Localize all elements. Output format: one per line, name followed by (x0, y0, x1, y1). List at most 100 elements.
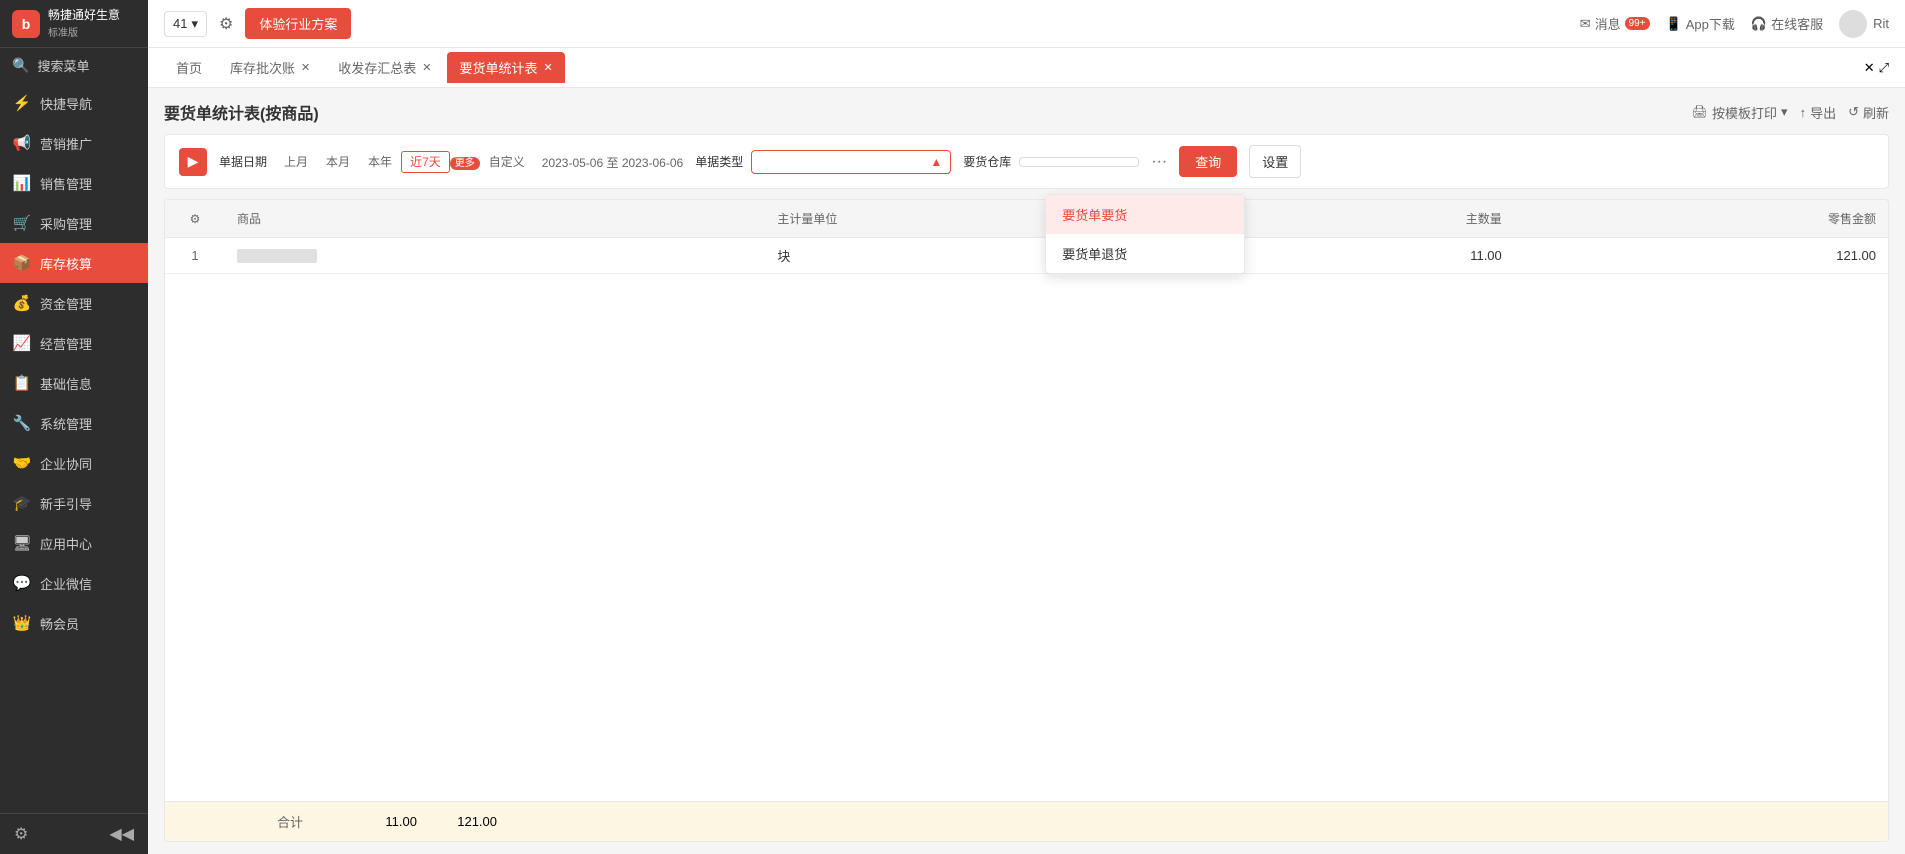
tab-close[interactable]: ✕ (301, 61, 310, 74)
tab-label: 首页 (176, 58, 202, 77)
sidebar-item-guide[interactable]: 🎓 新手引导 (0, 483, 148, 523)
warehouse-filter-group: 要货仓库 ··· (963, 153, 1167, 171)
app-name: 畅捷通好生意 (48, 8, 120, 24)
sidebar-item-member[interactable]: 👑畅会员 (0, 603, 148, 643)
date-range: 2023-05-06 至 2023-06-06 (542, 154, 683, 171)
sidebar: b 畅捷通好生意 标准版 🔍 搜索菜单 ⚡快捷导航 📢 营销推广 📊 销售管理 🛒采购管理… (0, 0, 148, 854)
sidebar-item-app-center[interactable]: 🖥应用中心 (0, 523, 148, 563)
tab-order-stats[interactable]: 要货单统计表 ✕ (447, 52, 564, 83)
topbar-settings-icon[interactable]: ⚙ (219, 14, 233, 34)
nav-label: 新手引导 (40, 494, 92, 513)
more-filters-icon[interactable]: ··· (1151, 153, 1167, 171)
date-btn-近7天[interactable]: 近7天 (401, 151, 450, 173)
member-icon: 👑 (12, 613, 32, 633)
org-selector[interactable]: 41 ▾ (164, 11, 207, 37)
online-service-btn[interactable]: 🎧 在线客服 (1751, 14, 1823, 33)
print-icon: 🖨 (1692, 104, 1709, 120)
sidebar-item-marketing[interactable]: 📢 营销推广 (0, 123, 148, 163)
date-btn-自定义[interactable]: 自定义 (480, 151, 534, 173)
type-select[interactable]: ▲ (751, 150, 951, 174)
sidebar-item-purchase[interactable]: 🛒采购管理 (0, 203, 148, 243)
message-icon: ✉ (1580, 16, 1591, 32)
settings-button[interactable]: 设置 (1249, 145, 1301, 178)
footer-quantity: 11.00 (377, 814, 457, 829)
query-button[interactable]: 查询 (1179, 146, 1237, 177)
page-content: 要货单统计表(按商品) 🖨 按模板打印 ▾ ↑ 导出 ↺ 刷新 ▶ (148, 88, 1905, 854)
tab-label: 库存批次账 (230, 58, 295, 77)
user-menu[interactable]: Rit (1839, 10, 1889, 38)
warehouse-select[interactable] (1019, 157, 1139, 167)
chevron-down-icon: ▾ (1781, 104, 1788, 120)
date-btn-本月[interactable]: 本月 (317, 151, 359, 173)
dropdown-item-return[interactable]: 要货单退货 (1046, 234, 1244, 273)
page-header: 要货单统计表(按商品) 🖨 按模板打印 ▾ ↑ 导出 ↺ 刷新 (164, 100, 1889, 124)
logo-icon: b (12, 10, 40, 38)
sidebar-item-cooperation[interactable]: 🤝企业协同 (0, 443, 148, 483)
operations-icon: 📈 (12, 333, 32, 353)
footer-label: 合计 (177, 812, 377, 831)
collapse-icon[interactable]: ◀◀ (109, 824, 134, 844)
sidebar-item-system[interactable]: 🔧系统管理 (0, 403, 148, 443)
tab-label: 要货单统计表 (459, 58, 537, 77)
nav-label: 应用中心 (40, 534, 92, 553)
tabs-bar: 首页 库存批次账 ✕ 收发存汇总表 ✕ 要货单统计表 ✕ ✕ ⤢ (148, 48, 1905, 88)
nav-label: 系统管理 (40, 414, 92, 433)
app-download-btn[interactable]: 📱 App下载 (1666, 14, 1735, 33)
sidebar-item-inventory[interactable]: 📦 库存核算 (0, 243, 148, 283)
online-service-label: 在线客服 (1771, 14, 1823, 33)
nav-label: 经营管理 (40, 334, 92, 353)
nav-label: 销售管理 (40, 174, 92, 193)
messages-btn[interactable]: ✉ 消息 99+ (1580, 14, 1650, 33)
purchase-icon: 🛒 (12, 213, 32, 233)
date-btn-上月[interactable]: 上月 (275, 151, 317, 173)
settings-icon[interactable]: ⚙ (14, 824, 28, 844)
trial-btn[interactable]: 体验行业方案 (245, 8, 351, 39)
sidebar-search[interactable]: 🔍 搜索菜单 (0, 48, 148, 83)
nav-label: 资金管理 (40, 294, 92, 313)
tab-receivables[interactable]: 收发存汇总表 ✕ (326, 52, 443, 83)
marketing-icon: 📢 (12, 133, 32, 153)
date-btn-本年[interactable]: 本年 (359, 151, 401, 173)
tab-label: 收发存汇总表 (338, 58, 416, 77)
chevron-up-icon: ▲ (930, 155, 942, 169)
tab-inventory-batch[interactable]: 库存批次账 ✕ (218, 52, 322, 83)
tab-home[interactable]: 首页 (164, 52, 214, 83)
nav-label: 库存核算 (40, 254, 92, 273)
filter-toggle[interactable]: ▶ (179, 148, 207, 176)
date-buttons: 上月本月本年近7天更多自定义 (275, 153, 534, 170)
tab-close[interactable]: ✕ (544, 61, 553, 74)
sidebar-item-operations[interactable]: 📈 经营管理 (0, 323, 148, 363)
chevron-down-icon: ▾ (191, 16, 198, 32)
nav-label: 营销推广 (40, 134, 92, 153)
nav-label: 企业微信 (40, 574, 92, 593)
sidebar-item-sales[interactable]: 📊 销售管理 (0, 163, 148, 203)
sidebar-item-quick-nav[interactable]: ⚡快捷导航 (0, 83, 148, 123)
cell-amount: 121.00 (1514, 238, 1888, 274)
sidebar-item-wechat[interactable]: 💬企业微信 (0, 563, 148, 603)
sales-icon: 📊 (12, 173, 32, 193)
table-footer: 合计 11.00 121.00 (165, 801, 1888, 841)
avatar (1839, 10, 1867, 38)
print-btn[interactable]: 🖨 按模板打印 ▾ (1692, 103, 1788, 122)
tab-close-all[interactable]: ✕ (1864, 60, 1875, 76)
tab-close[interactable]: ✕ (422, 61, 431, 74)
export-btn[interactable]: ↑ 导出 (1800, 103, 1837, 122)
type-label: 单据类型 (695, 153, 743, 170)
col-settings[interactable]: ⚙ (165, 200, 225, 238)
filter-bar: ▶ 单据日期 上月本月本年近7天更多自定义 2023-05-06 至 2023-… (164, 134, 1889, 189)
sidebar-item-basic-info[interactable]: 📋基础信息 (0, 363, 148, 403)
type-input[interactable] (760, 155, 930, 169)
service-icon: 🎧 (1751, 16, 1767, 32)
dropdown-item-order[interactable]: 要货单要货 (1046, 195, 1244, 234)
cell-quantity: 11.00 (1202, 238, 1514, 274)
tab-expand-icon[interactable]: ⤢ (1879, 60, 1889, 76)
sidebar-item-finance[interactable]: 💰资金管理 (0, 283, 148, 323)
data-table-wrapper: ⚙ 商品 主计量单位 主数量 零售金额 1 块 11.00 121.00 合计 (164, 199, 1889, 842)
messages-badge: 99+ (1625, 17, 1650, 30)
refresh-btn[interactable]: ↺ 刷新 (1848, 103, 1889, 122)
app-sub: 标准版 (48, 24, 120, 39)
inventory-icon: 📦 (12, 253, 32, 273)
nav-label: 企业协同 (40, 454, 92, 473)
app-logo: b 畅捷通好生意 标准版 (0, 0, 148, 48)
guide-icon: 🎓 (12, 493, 32, 513)
